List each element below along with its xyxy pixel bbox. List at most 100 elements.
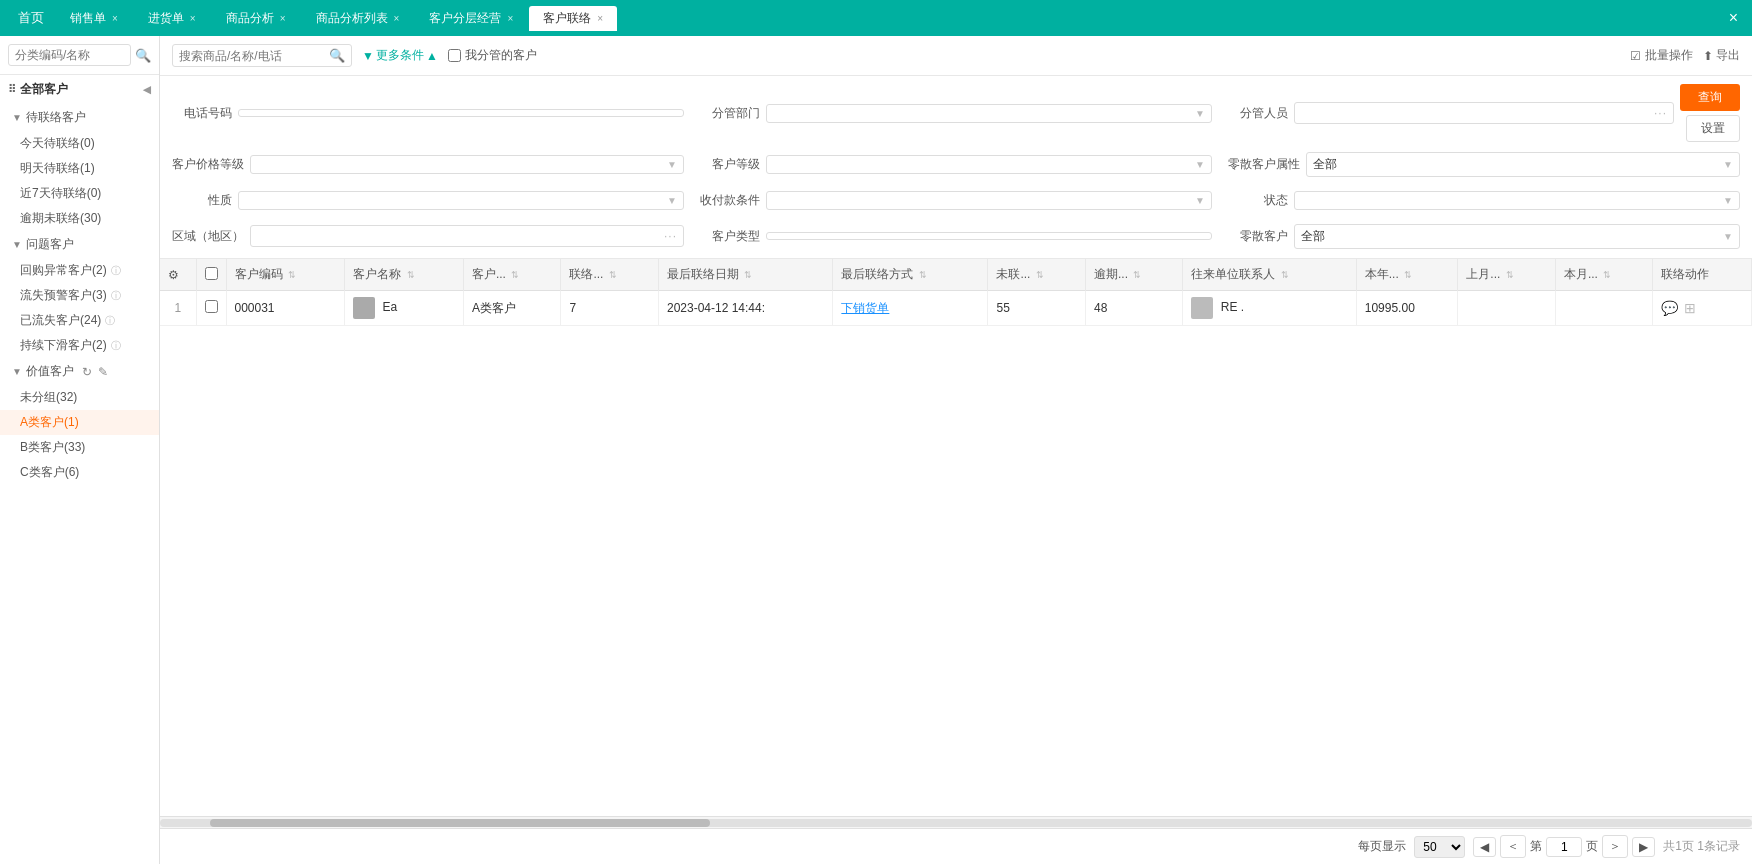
sidebar-item-declining[interactable]: 持续下滑客户(2) ⓘ	[0, 333, 159, 358]
person-input[interactable]: ···	[1294, 102, 1674, 124]
payment-select[interactable]: ▼	[766, 191, 1212, 210]
search-button[interactable]: 查询	[1680, 84, 1740, 111]
sidebar-item-repurchase-abnormal[interactable]: 回购异常客户(2) ⓘ	[0, 258, 159, 283]
th-code-sort-icon: ⇅	[288, 270, 296, 280]
filter-row-status: 状态 ▼	[1228, 186, 1740, 214]
nav-tab-customer-tier-close[interactable]: ×	[507, 13, 513, 24]
nature-select[interactable]: ▼	[238, 191, 684, 210]
more-conditions-btn[interactable]: ▼ 更多条件 ▲	[362, 47, 438, 64]
nav-home[interactable]: 首页	[8, 5, 54, 31]
sidebar-item-a-class[interactable]: A类客户(1)	[0, 410, 159, 435]
dept-select[interactable]: ▼	[766, 104, 1212, 123]
page-number-input[interactable]	[1546, 837, 1582, 857]
select-all-checkbox[interactable]	[205, 267, 218, 280]
th-last-month: 上月... ⇅	[1458, 259, 1556, 291]
first-page-btn[interactable]: ◀	[1473, 837, 1496, 857]
sidebar-item-tomorrow-pending[interactable]: 明天待联络(1)	[0, 156, 159, 181]
row-action-chat-icon[interactable]: 💬	[1661, 300, 1678, 316]
scrollbar-track	[160, 819, 1752, 827]
sidebar-item-7day-pending[interactable]: 近7天待联络(0)	[0, 181, 159, 206]
nav-tab-analysis-close[interactable]: ×	[280, 13, 286, 24]
price-level-select[interactable]: ▼	[250, 155, 684, 174]
next-page-btn[interactable]: ＞	[1602, 835, 1628, 858]
sidebar-item-overdue-pending[interactable]: 逾期未联络(30)	[0, 206, 159, 231]
prev-page-btn[interactable]: ＜	[1500, 835, 1526, 858]
filter-search-input[interactable]	[179, 49, 325, 63]
row-actions-cell: 💬 ⊞	[1653, 291, 1752, 326]
filter-row-retail-attr: 零散客户属性 全部 ▼	[1228, 150, 1740, 178]
th-checkbox	[196, 259, 226, 291]
customer-level-select[interactable]: ▼	[766, 155, 1212, 174]
sidebar-all-customers[interactable]: ⠿ 全部客户 ◀	[0, 75, 159, 104]
th-last-method: 最后联络方式 ⇅	[833, 259, 988, 291]
row-name-text: Ea	[383, 300, 398, 314]
sidebar-item-churned[interactable]: 已流失客户(24) ⓘ	[0, 308, 159, 333]
scrollbar-thumb[interactable]	[210, 819, 710, 827]
sidebar-group-pending[interactable]: ▼ 待联络客户	[0, 104, 159, 131]
my-customers-checkbox[interactable]	[448, 49, 461, 62]
retail-attr-value: 全部	[1313, 156, 1337, 173]
per-page-label: 每页显示	[1358, 838, 1406, 855]
nav-tab-analysis-label: 商品分析	[226, 10, 274, 27]
sidebar-collapse-btn[interactable]: ◀	[143, 84, 151, 95]
row-actions-container: 💬 ⊞	[1661, 300, 1743, 316]
person-dots-icon: ···	[1654, 106, 1667, 120]
sidebar-group-problem[interactable]: ▼ 问题客户	[0, 231, 159, 258]
th-contact-person-label: 往来单位联系人	[1191, 267, 1275, 281]
last-page-btn[interactable]: ▶	[1632, 837, 1655, 857]
nav-tab-sales-close[interactable]: ×	[112, 13, 118, 24]
row-overdue: 48	[1085, 291, 1183, 326]
export-icon: ⬆	[1703, 49, 1713, 63]
retail-customer-label: 零散客户	[1228, 228, 1288, 245]
nav-tab-analysis[interactable]: 商品分析 ×	[212, 6, 300, 31]
sidebar-item-b-class[interactable]: B类客户(33)	[0, 435, 159, 460]
row-last-method-link[interactable]: 下销货单	[841, 301, 889, 315]
sidebar-search-icon[interactable]: 🔍	[135, 48, 151, 63]
nav-tab-sales[interactable]: 销售单 ×	[56, 6, 132, 31]
nav-tab-purchase[interactable]: 进货单 ×	[134, 6, 210, 31]
retail-customer-select[interactable]: 全部 ▼	[1294, 224, 1740, 249]
th-overdue-sort-icon: ⇅	[1133, 270, 1141, 280]
sidebar-search-area: 🔍	[0, 36, 159, 75]
batch-ops-btn[interactable]: ☑ 批量操作	[1630, 47, 1693, 64]
sidebar-item-today-pending[interactable]: 今天待联络(0)	[0, 131, 159, 156]
row-checkbox[interactable]	[205, 300, 218, 313]
retail-attr-select[interactable]: 全部 ▼	[1306, 152, 1740, 177]
per-page-select[interactable]: 50 100 200	[1414, 836, 1465, 858]
value-group-edit-icon[interactable]: ✎	[98, 365, 108, 379]
bottom-bar: 每页显示 50 100 200 ◀ ＜ 第 页 ＞ ▶ 共1页 1条记录	[160, 828, 1752, 864]
th-type: 客户... ⇅	[463, 259, 561, 291]
sidebar-search-input[interactable]	[8, 44, 131, 66]
row-action-grid-icon[interactable]: ⊞	[1684, 300, 1696, 316]
value-group-refresh-icon[interactable]: ↻	[82, 365, 92, 379]
sidebar-item-churn-warning[interactable]: 流失预警客户(3) ⓘ	[0, 283, 159, 308]
nav-tab-customer-contact-close[interactable]: ×	[597, 13, 603, 24]
row-not-contact: 55	[988, 291, 1086, 326]
status-select[interactable]: ▼	[1294, 191, 1740, 210]
th-gear[interactable]: ⚙	[160, 259, 196, 291]
customer-type-input[interactable]	[766, 232, 1212, 240]
region-input[interactable]: ···	[250, 225, 684, 247]
sidebar-item-unclassified[interactable]: 未分组(32)	[0, 385, 159, 410]
nav-tab-purchase-close[interactable]: ×	[190, 13, 196, 24]
nav-tab-customer-contact[interactable]: 客户联络 ×	[529, 6, 617, 31]
export-btn[interactable]: ⬆ 导出	[1703, 47, 1740, 64]
table-row: 1 000031 Ea A类客户 7 2023-04-12 14:44:	[160, 291, 1752, 326]
horizontal-scrollbar[interactable]	[160, 816, 1752, 828]
th-code-label: 客户编码	[235, 267, 283, 281]
sidebar-item-b-class-label: B类客户(33)	[20, 439, 85, 456]
page-suffix: 页	[1586, 838, 1598, 855]
sidebar-group-value[interactable]: ▼ 价值客户 ↻ ✎	[0, 358, 159, 385]
th-contact-person: 往来单位联系人 ⇅	[1183, 259, 1356, 291]
th-not-contact-sort-icon: ⇅	[1036, 270, 1044, 280]
window-close-button[interactable]: ×	[1723, 9, 1744, 27]
filter-search-icon[interactable]: 🔍	[329, 48, 345, 63]
nav-tab-analysis-list[interactable]: 商品分析列表 ×	[302, 6, 414, 31]
my-customers-filter[interactable]: 我分管的客户	[448, 47, 537, 64]
nav-tab-customer-tier[interactable]: 客户分层经营 ×	[415, 6, 527, 31]
nav-tab-analysis-list-close[interactable]: ×	[394, 13, 400, 24]
settings-button[interactable]: 设置	[1686, 115, 1740, 142]
phone-input[interactable]	[238, 109, 684, 117]
sidebar-item-c-class[interactable]: C类客户(6)	[0, 460, 159, 485]
filter-icon: ▼	[362, 49, 374, 63]
